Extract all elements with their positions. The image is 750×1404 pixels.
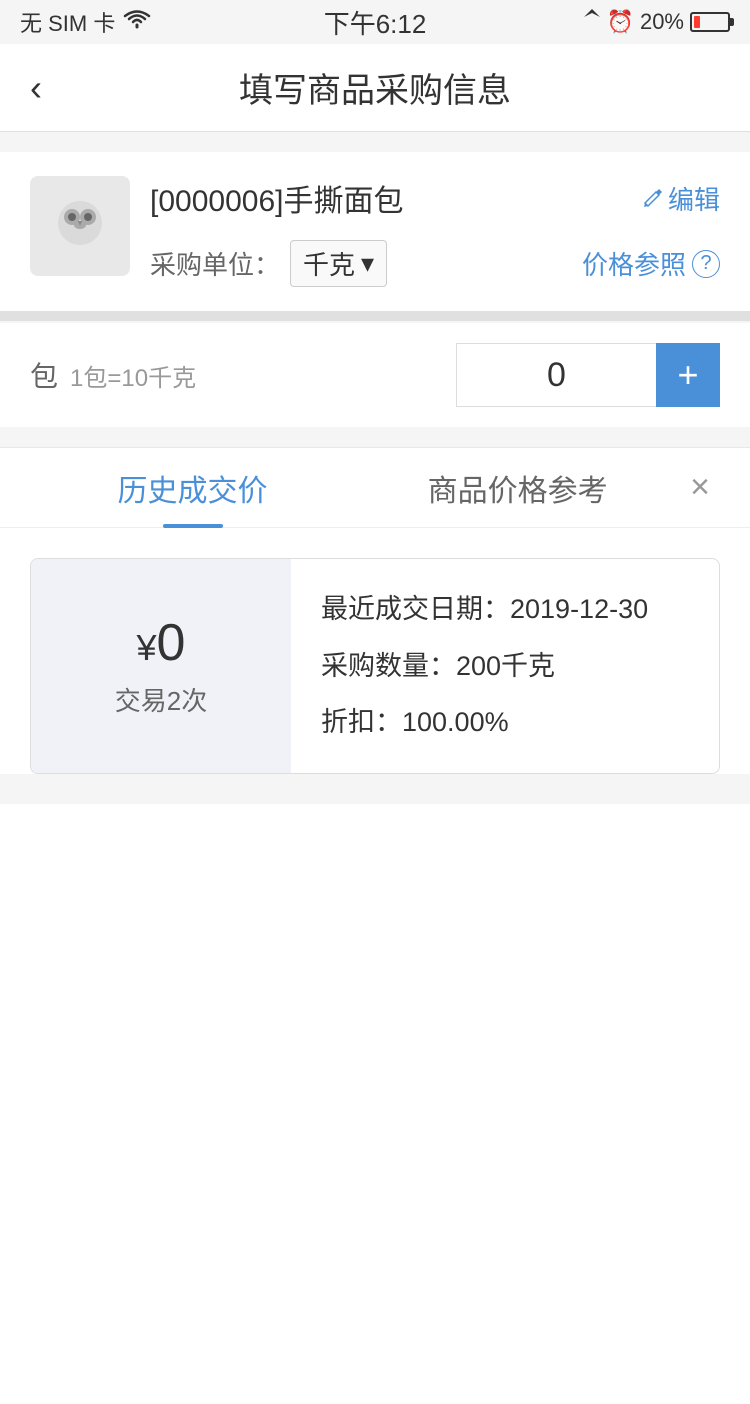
product-info: [0000006]手撕面包 编辑 采购单位： 千克 [150, 176, 720, 287]
status-left: 无 SIM 卡 [20, 6, 151, 38]
battery-icon [690, 12, 730, 32]
unit-value: 千克 [303, 245, 355, 282]
product-card: [0000006]手撕面包 编辑 采购单位： 千克 [0, 152, 750, 311]
nav-bar: ‹ 填写商品采购信息 [0, 44, 750, 132]
status-bar: 无 SIM 卡 下午6:12 ⏰ 20% [0, 0, 750, 44]
package-icon: 包 [30, 355, 58, 395]
discount-label: 折扣： [321, 707, 402, 737]
unit-label: 采购单位： [150, 245, 280, 282]
recent-date-row: 最近成交日期：2019-12-30 [321, 589, 689, 630]
trade-count: 交易2次 [115, 681, 207, 718]
package-ratio: 1包=10千克 [70, 358, 196, 393]
discount-value: 100.00% [402, 707, 509, 737]
quantity-row: 包 1包=10千克 + [0, 323, 750, 427]
product-thumbnail [30, 176, 130, 276]
tab-history-price[interactable]: 历史成交价 [30, 448, 355, 528]
alarm-icon: ⏰ [607, 9, 634, 35]
price-card: ¥0 交易2次 最近成交日期：2019-12-30 采购数量：200千克 折扣：… [30, 558, 720, 774]
empty-area [0, 804, 750, 1404]
tabs-row: 历史成交价 商品价格参考 × [0, 448, 750, 528]
product-owl-icon [50, 191, 110, 262]
quantity-detail-value: 200千克 [456, 651, 555, 681]
recent-date-value: 2019-12-30 [510, 594, 648, 624]
help-icon: ? [692, 250, 720, 278]
edit-button[interactable]: 编辑 [642, 180, 720, 217]
quantity-row-detail: 采购数量：200千克 [321, 646, 689, 687]
bottom-panel: 历史成交价 商品价格参考 × ¥0 交易2次 最近成交日期：2019-12-30… [0, 447, 750, 774]
status-time: 下午6:12 [324, 4, 427, 41]
wifi-icon [123, 9, 151, 35]
price-display: ¥0 [137, 613, 186, 673]
discount-row: 折扣：100.00% [321, 702, 689, 743]
unit-select-dropdown[interactable]: 千克 ▾ [290, 240, 387, 287]
page-title: 填写商品采购信息 [239, 63, 511, 112]
battery-percent: 20% [640, 9, 684, 35]
quantity-plus-button[interactable]: + [656, 343, 720, 407]
unit-section: 采购单位： 千克 ▾ [150, 240, 387, 287]
main-content: [0000006]手撕面包 编辑 采购单位： 千克 [0, 152, 750, 1404]
dropdown-arrow-icon: ▾ [361, 248, 374, 279]
product-header: [0000006]手撕面包 编辑 采购单位： 千克 [30, 176, 720, 287]
status-right: ⏰ 20% [583, 8, 730, 36]
carrier-text: 无 SIM 卡 [20, 6, 115, 38]
price-amount: 0 [157, 614, 186, 672]
product-name: [0000006]手撕面包 [150, 176, 403, 220]
location-icon [583, 8, 601, 36]
recent-date-label: 最近成交日期： [321, 594, 510, 624]
tab-history-price-label: 历史成交价 [118, 466, 268, 510]
product-name-row: [0000006]手撕面包 编辑 [150, 176, 720, 220]
tab-price-reference[interactable]: 商品价格参考 [355, 448, 680, 528]
quantity-input[interactable] [456, 343, 656, 407]
quantity-detail-label: 采购数量： [321, 651, 456, 681]
divider [0, 311, 750, 321]
price-ref-label: 价格参照 [582, 245, 686, 282]
quantity-label-group: 包 1包=10千克 [30, 355, 196, 395]
edit-label: 编辑 [668, 180, 720, 217]
quantity-control: + [456, 343, 720, 407]
tab-price-reference-label: 商品价格参考 [428, 466, 608, 510]
price-left-panel: ¥0 交易2次 [31, 559, 291, 773]
price-right-panel: 最近成交日期：2019-12-30 采购数量：200千克 折扣：100.00% [291, 559, 719, 773]
back-button[interactable]: ‹ [30, 67, 42, 109]
product-unit-row: 采购单位： 千克 ▾ 价格参照 ? [150, 240, 720, 287]
price-reference-link[interactable]: 价格参照 ? [582, 245, 720, 282]
panel-close-button[interactable]: × [680, 468, 720, 507]
yen-symbol: ¥ [137, 627, 157, 668]
